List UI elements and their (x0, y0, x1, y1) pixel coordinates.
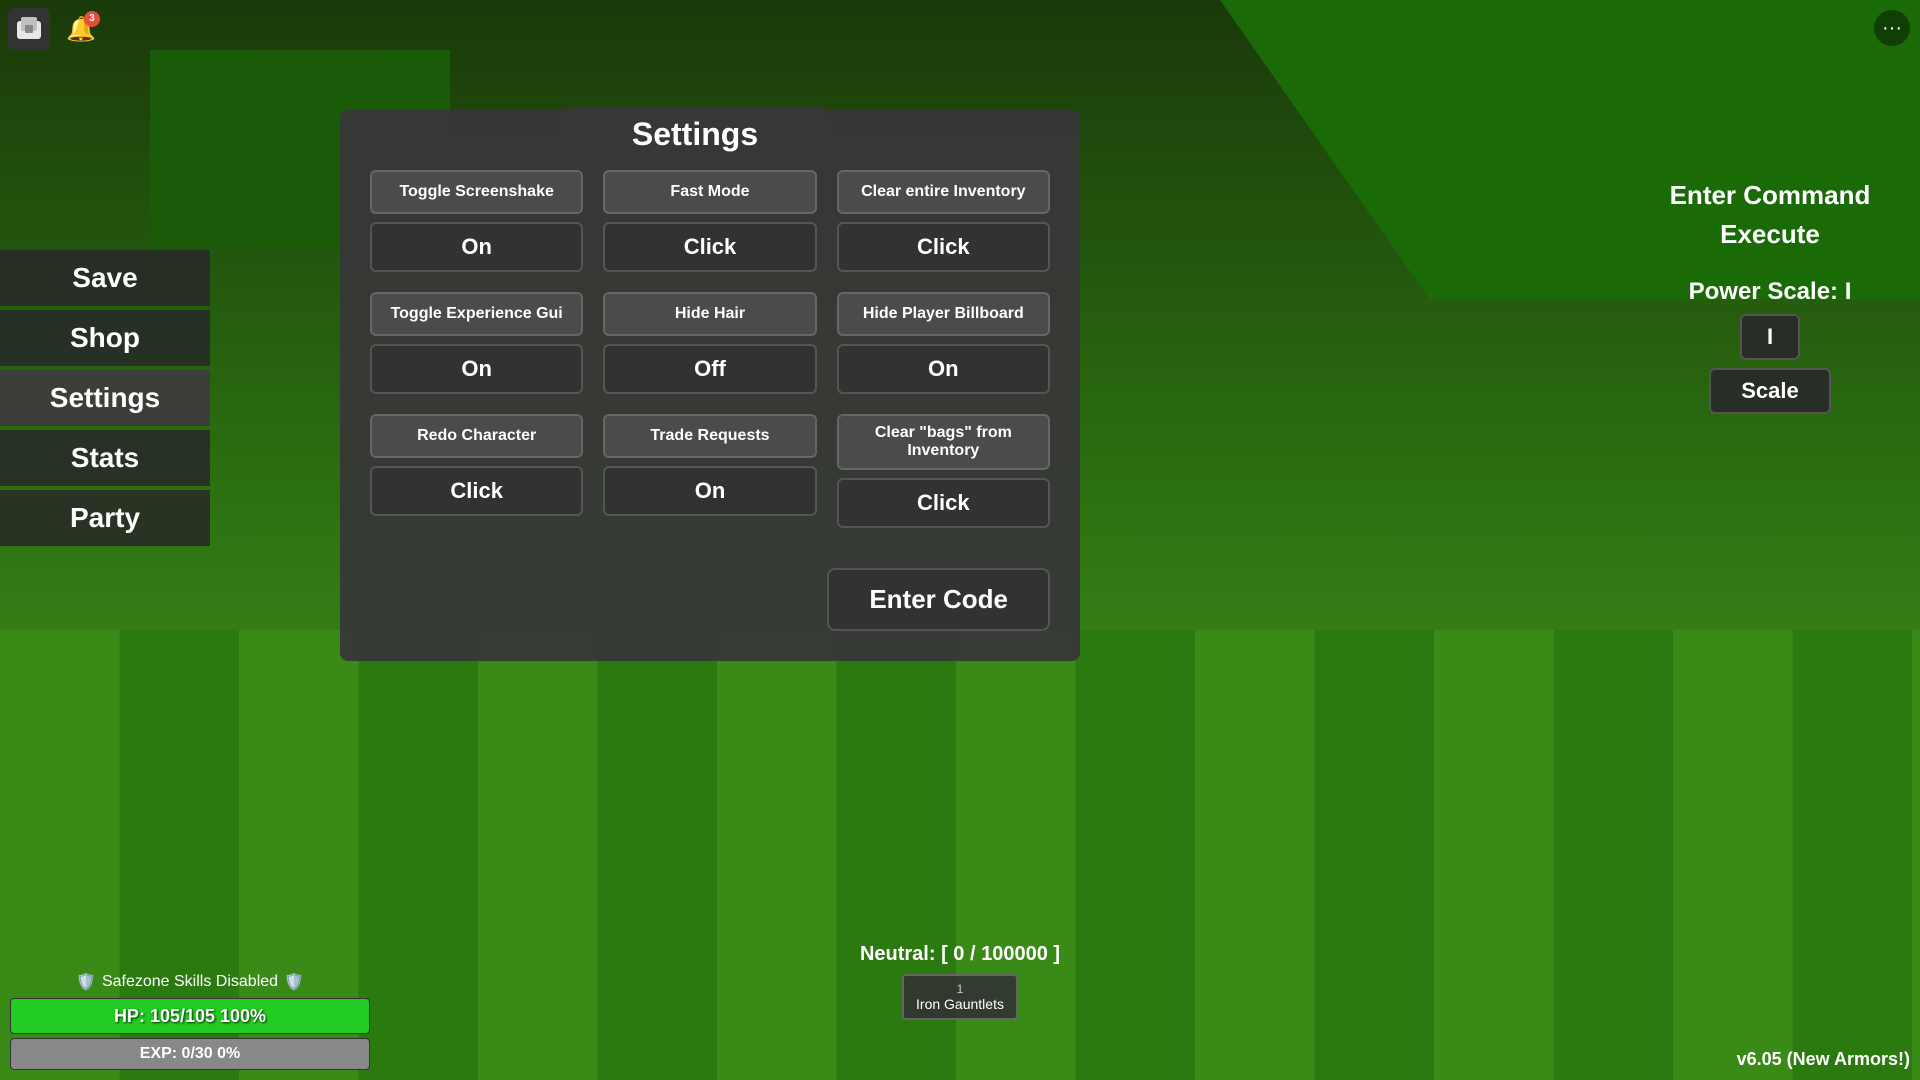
enter-command-label: Enter Command (1670, 180, 1871, 211)
hide-player-billboard-label: Hide Player Billboard (837, 292, 1050, 336)
roblox-icon[interactable] (8, 8, 50, 50)
clear-inventory-button[interactable]: Click (837, 222, 1050, 272)
item-count: 1 (916, 982, 1004, 996)
toggle-screenshake-label: Toggle Screenshake (370, 170, 583, 214)
trade-requests-label: Trade Requests (603, 414, 816, 458)
execute-button[interactable]: Execute (1720, 219, 1820, 250)
safezone-label: Safezone Skills Disabled (102, 973, 278, 991)
setting-cell-fast-mode: Fast Mode Click (603, 170, 816, 272)
hp-text: HP: 105/105 100% (114, 1006, 266, 1027)
shield-icon: 🛡️ (76, 972, 96, 992)
item-name: Iron Gauntlets (916, 996, 1004, 1012)
settings-title-bar: Settings (560, 108, 830, 161)
bell-icon: 🔔 3 (66, 15, 96, 44)
power-scale-label: Power Scale: I (1689, 278, 1852, 306)
toggle-exp-gui-button[interactable]: On (370, 344, 583, 394)
scale-value-input[interactable] (1740, 314, 1800, 360)
shield-icon-right: 🛡️ (284, 972, 304, 992)
hide-hair-button[interactable]: Off (603, 344, 816, 394)
setting-cell-toggle-exp: Toggle Experience Gui On (370, 292, 583, 394)
version-text: v6.05 (New Armors!) (1737, 1049, 1910, 1070)
bottom-center-hud: Neutral: [ 0 / 100000 ] 1 Iron Gauntlets (860, 943, 1060, 1020)
exp-bar: EXP: 0/30 0% (10, 1038, 370, 1070)
menu-item-party[interactable]: Party (0, 490, 210, 546)
setting-cell-clear-bags: Clear "bags" from Inventory Click (837, 414, 1050, 528)
hide-hair-label: Hide Hair (603, 292, 816, 336)
setting-cell-clear-inventory: Clear entire Inventory Click (837, 170, 1050, 272)
menu-item-save[interactable]: Save (0, 250, 210, 306)
menu-dots-button[interactable]: ··· (1874, 10, 1910, 46)
fast-mode-button[interactable]: Click (603, 222, 816, 272)
right-panel: Enter Command Execute Power Scale: I Sca… (1630, 180, 1910, 414)
settings-title: Settings (632, 116, 758, 152)
neutral-text: Neutral: [ 0 / 100000 ] (860, 943, 1060, 966)
hp-bar: HP: 105/105 100% (10, 998, 370, 1034)
toggle-screenshake-button[interactable]: On (370, 222, 583, 272)
safezone-text: 🛡️ Safezone Skills Disabled 🛡️ (10, 972, 370, 992)
clear-inventory-label: Clear entire Inventory (837, 170, 1050, 214)
clear-bags-label: Clear "bags" from Inventory (837, 414, 1050, 470)
setting-cell-toggle-screenshake: Toggle Screenshake On (370, 170, 583, 272)
setting-cell-redo-character: Redo Character Click (370, 414, 583, 528)
setting-cell-trade-requests: Trade Requests On (603, 414, 816, 528)
notification-badge: 3 (84, 11, 100, 27)
settings-panel: Toggle Screenshake On Fast Mode Click Cl… (340, 110, 1080, 661)
exp-text: EXP: 0/30 0% (140, 1045, 241, 1063)
left-menu: Save Shop Settings Stats Party (0, 250, 210, 546)
toggle-exp-gui-label: Toggle Experience Gui (370, 292, 583, 336)
trade-requests-button[interactable]: On (603, 466, 816, 516)
redo-character-label: Redo Character (370, 414, 583, 458)
enter-code-button[interactable]: Enter Code (827, 568, 1050, 631)
menu-item-stats[interactable]: Stats (0, 430, 210, 486)
menu-item-settings[interactable]: Settings (0, 370, 210, 426)
setting-cell-hide-hair: Hide Hair Off (603, 292, 816, 394)
menu-item-shop[interactable]: Shop (0, 310, 210, 366)
redo-character-button[interactable]: Click (370, 466, 583, 516)
inventory-item[interactable]: 1 Iron Gauntlets (902, 974, 1018, 1020)
hide-player-billboard-button[interactable]: On (837, 344, 1050, 394)
fast-mode-label: Fast Mode (603, 170, 816, 214)
notification-icon[interactable]: 🔔 3 (60, 8, 102, 50)
clear-bags-button[interactable]: Click (837, 478, 1050, 528)
settings-grid: Toggle Screenshake On Fast Mode Click Cl… (370, 170, 1050, 528)
scale-button[interactable]: Scale (1709, 368, 1831, 414)
bottom-hud: 🛡️ Safezone Skills Disabled 🛡️ HP: 105/1… (10, 972, 370, 1070)
setting-cell-hide-billboard: Hide Player Billboard On (837, 292, 1050, 394)
